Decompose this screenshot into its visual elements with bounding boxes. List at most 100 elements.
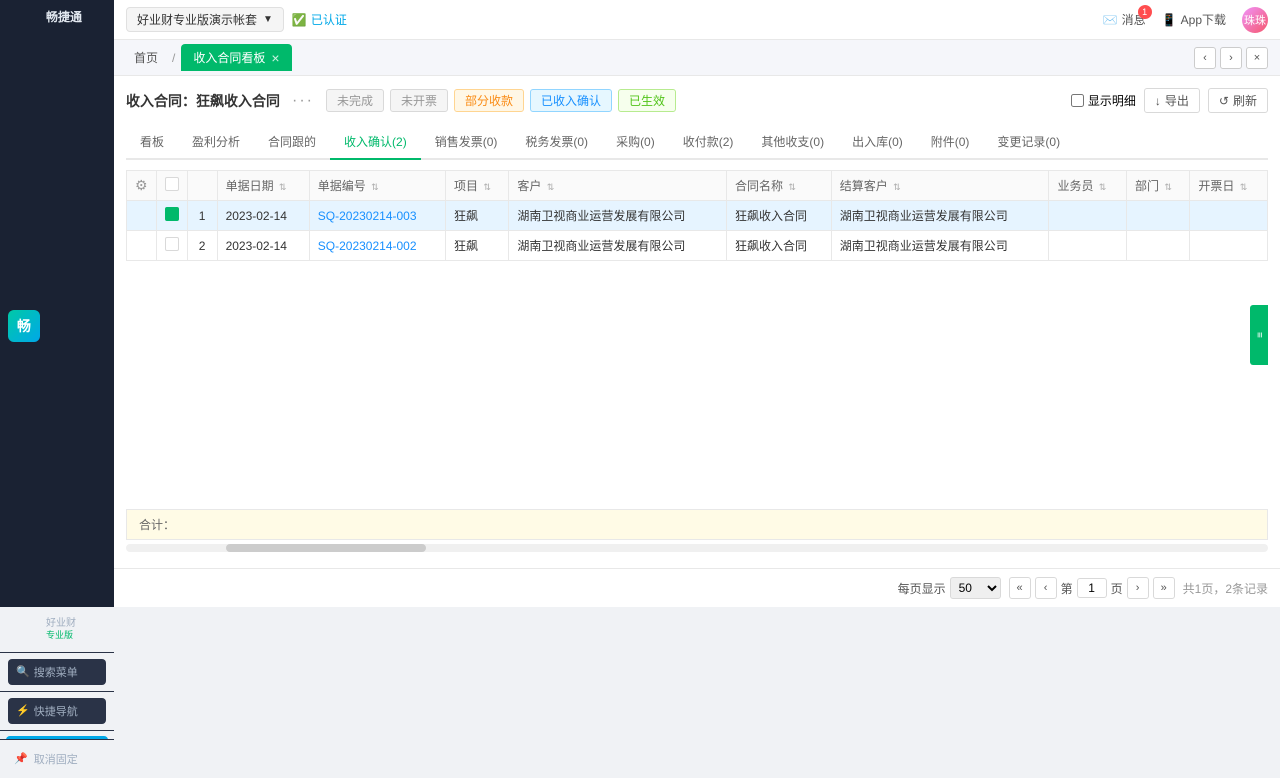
select-all-checkbox[interactable]: [165, 177, 179, 191]
row1-checkbox[interactable]: [156, 201, 187, 231]
tab-warehouse[interactable]: 出入库(0): [838, 125, 917, 160]
horizontal-scrollbar[interactable]: [126, 544, 1268, 552]
company-selector[interactable]: 好业财专业版演示帐套 ▼: [126, 7, 284, 32]
tab-contract-tracking[interactable]: 合同跟的: [254, 125, 330, 160]
sub-tabs: 看板 盈利分析 合同跟的 收入确认(2) 销售发票(0) 税务发票(0) 采购(…: [126, 125, 1268, 160]
tab-change-log[interactable]: 变更记录(0): [983, 125, 1074, 160]
tab-profit[interactable]: 盈利分析: [178, 125, 254, 160]
row2-open-date: [1190, 231, 1268, 261]
status-incomplete[interactable]: 未完成: [326, 89, 384, 112]
tab-close-button[interactable]: ×: [1246, 47, 1268, 69]
message-button[interactable]: ✉️ 消息 1: [1103, 11, 1146, 28]
row1-order-link[interactable]: SQ-20230214-003: [318, 209, 417, 223]
status-effective[interactable]: 已生效: [618, 89, 676, 112]
open-date-col-header[interactable]: 开票日 ⇅: [1190, 171, 1268, 201]
logo-icon: 畅: [8, 310, 40, 342]
main-content: 好业财专业版演示帐套 ▼ ✅ 已认证 ✉️ 消息 1 📱 App下载 珠珠: [114, 0, 1280, 607]
export-icon: ↓: [1155, 94, 1161, 108]
date-sort-icon: ⇅: [279, 182, 287, 192]
row2-checkbox[interactable]: [156, 231, 187, 261]
quick-nav-button[interactable]: ⚡ 快捷导航: [8, 698, 106, 724]
row2-order-link[interactable]: SQ-20230214-002: [318, 239, 417, 253]
last-page-icon: »: [1161, 582, 1167, 594]
row1-customer: 湖南卫视商业运营发展有限公司: [509, 201, 727, 231]
row1-checkbox-input[interactable]: [165, 207, 179, 221]
dept-col-header[interactable]: 部门 ⇅: [1126, 171, 1189, 201]
order-no-col-header[interactable]: 单据编号 ⇅: [309, 171, 445, 201]
row1-end-customer: 湖南卫视商业运营发展有限公司: [831, 201, 1049, 231]
row2-checkbox-input[interactable]: [165, 237, 179, 251]
refresh-icon: ↺: [1219, 94, 1229, 108]
content-area: 收入合同：狂飙收入合同 ··· 未完成 未开票 部分收款 已收入确认 已生效 显…: [114, 76, 1280, 568]
table-header-row: ⚙ 单据日期 ⇅ 单据编号 ⇅: [127, 171, 1268, 201]
first-page-button[interactable]: «: [1009, 577, 1031, 599]
tab-prev-button[interactable]: ‹: [1194, 47, 1216, 69]
header-actions: 显示明细 ↓ 导出 ↺ 刷新: [1071, 88, 1268, 113]
page-number-input[interactable]: [1077, 578, 1107, 598]
settings-col-header: ⚙: [127, 171, 157, 201]
tab-income-confirm[interactable]: 收入确认(2): [330, 125, 421, 160]
sidebar-nav: 📋 项目合同 📢 营销推广 💼 销售管理 🛒 采购管理 📦 库存核算 💰 资金管…: [0, 731, 114, 739]
date-col-header[interactable]: 单据日期 ⇅: [217, 171, 309, 201]
table-row[interactable]: 2 2023-02-14 SQ-20230214-002 狂飙 湖南卫视商业运营…: [127, 231, 1268, 261]
message-icon: ✉️: [1103, 13, 1118, 27]
refresh-button[interactable]: ↺ 刷新: [1208, 88, 1268, 113]
topbar-right: ✉️ 消息 1 📱 App下载 珠珠: [1103, 7, 1268, 33]
tab-sales-invoice[interactable]: 销售发票(0): [421, 125, 512, 160]
status-confirmed[interactable]: 已收入确认: [530, 89, 612, 112]
search-menu-button[interactable]: 🔍 搜索菜单: [8, 659, 106, 685]
order-no-sort-icon: ⇅: [371, 182, 379, 192]
show-detail-checkbox[interactable]: 显示明细: [1071, 88, 1136, 113]
end-customer-sort-icon: ⇅: [893, 182, 901, 192]
row1-sales: [1049, 201, 1127, 231]
home-tab[interactable]: 首页: [126, 45, 166, 70]
app-download-button[interactable]: 📱 App下载: [1162, 11, 1226, 28]
active-tab[interactable]: 收入合同看板 ×: [181, 44, 291, 71]
table-row[interactable]: 1 2023-02-14 SQ-20230214-003 狂飙 湖南卫视商业运营…: [127, 201, 1268, 231]
status-uninvoiced[interactable]: 未开票: [390, 89, 448, 112]
settings-gear-icon[interactable]: ⚙: [135, 177, 148, 193]
tab-controls: ‹ › ×: [1194, 47, 1268, 69]
page-size-selector: 每页显示 50 20 100: [898, 577, 1001, 599]
next-page-button[interactable]: ›: [1127, 577, 1149, 599]
project-col-header[interactable]: 项目 ⇅: [445, 171, 508, 201]
phone-icon: 📱: [1162, 13, 1177, 27]
row2-contract-name: 狂飙收入合同: [727, 231, 832, 261]
contract-title: 收入合同：狂飙收入合同: [126, 91, 280, 111]
page-navigation: « ‹ 第 页 › »: [1009, 577, 1175, 599]
detail-checkbox-input[interactable]: [1071, 94, 1084, 107]
right-panel-toggle[interactable]: ≡: [1250, 305, 1268, 365]
row1-settings: [127, 201, 157, 231]
status-partial[interactable]: 部分收款: [454, 89, 524, 112]
sales-col-header[interactable]: 业务员 ⇅: [1049, 171, 1127, 201]
pin-icon: 📌: [14, 752, 28, 765]
cancel-fixed-button[interactable]: 📌 取消固定: [6, 746, 108, 772]
tab-next-button[interactable]: ›: [1220, 47, 1242, 69]
row2-settings: [127, 231, 157, 261]
tab-kanban[interactable]: 看板: [126, 125, 178, 160]
tab-tax-invoice[interactable]: 税务发票(0): [511, 125, 602, 160]
end-customer-col-header[interactable]: 结算客户 ⇅: [831, 171, 1049, 201]
close-tab-button[interactable]: ×: [271, 50, 279, 66]
customer-col-header[interactable]: 客户 ⇅: [509, 171, 727, 201]
per-page-select[interactable]: 50 20 100: [950, 577, 1001, 599]
tab-bar: 首页 / 收入合同看板 × ‹ › ×: [114, 40, 1280, 76]
project-sort-icon: ⇅: [483, 182, 491, 192]
tab-payment[interactable]: 收付款(2): [669, 125, 748, 160]
tab-attachment[interactable]: 附件(0): [917, 125, 984, 160]
customer-sort-icon: ⇅: [547, 182, 555, 192]
scrollbar-thumb[interactable]: [226, 544, 426, 552]
contract-name-col-header[interactable]: 合同名称 ⇅: [727, 171, 832, 201]
pagination: 每页显示 50 20 100 « ‹ 第 页 › » 共1页，2条记录: [114, 568, 1280, 607]
open-date-sort-icon: ⇅: [1240, 182, 1248, 192]
prev-page-button[interactable]: ‹: [1035, 577, 1057, 599]
more-options-button[interactable]: ···: [292, 92, 314, 110]
export-button[interactable]: ↓ 导出: [1144, 88, 1200, 113]
sidebar: 畅 畅捷通 好业财 专业版 🔍 搜索菜单 ⚡ 快捷导航 📋 项目合同 📢 营销推…: [0, 0, 114, 607]
tab-purchase[interactable]: 采购(0): [602, 125, 669, 160]
last-page-button[interactable]: »: [1153, 577, 1175, 599]
row1-project: 狂飙: [445, 201, 508, 231]
row1-contract-name: 狂飙收入合同: [727, 201, 832, 231]
user-avatar[interactable]: 珠珠: [1242, 7, 1268, 33]
tab-other-income[interactable]: 其他收支(0): [747, 125, 838, 160]
